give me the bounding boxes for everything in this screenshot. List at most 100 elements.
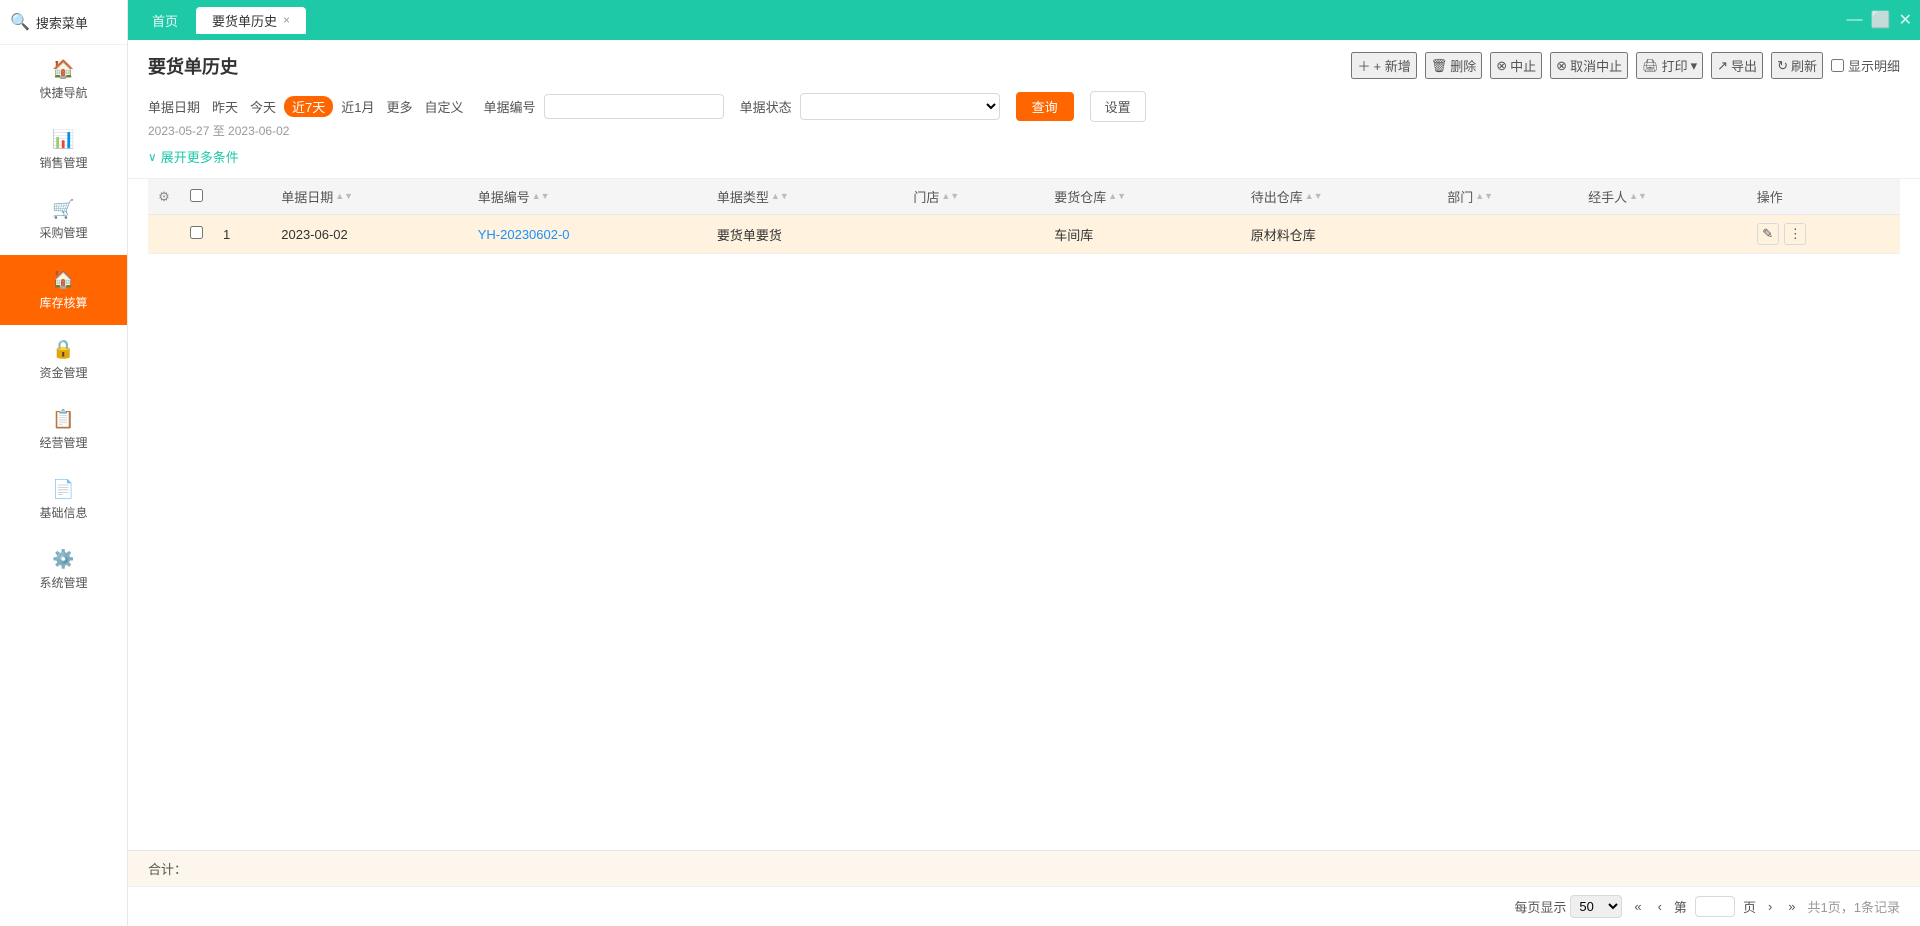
export-btn[interactable]: ↗ 导出 xyxy=(1711,52,1763,79)
row-department xyxy=(1437,215,1578,254)
total-info: 共1页，1条记录 xyxy=(1808,897,1900,916)
sort-bill-date[interactable]: 单据日期 ▲▼ xyxy=(281,187,353,206)
th-req-warehouse[interactable]: 要货仓库 ▲▼ xyxy=(1044,179,1240,215)
refresh-icon: ↻ xyxy=(1777,58,1788,74)
export-icon: ↗ xyxy=(1717,58,1728,74)
row-edit-btn[interactable]: ✎ xyxy=(1757,223,1779,245)
row-bill-type: 要货单要货 xyxy=(707,215,903,254)
sidebar-item-operations[interactable]: 📋 经营管理 xyxy=(0,395,127,465)
stop-icon: ⊗ xyxy=(1496,58,1507,74)
column-settings-btn[interactable]: ⚙ xyxy=(158,189,170,205)
sort-store[interactable]: 门店 ▲▼ xyxy=(913,187,959,206)
sort-bill-no[interactable]: 单据编号 ▲▼ xyxy=(478,187,550,206)
window-restore-btn[interactable]: ⬜ xyxy=(1871,10,1891,30)
date-shortcut-yesterday[interactable]: 昨天 xyxy=(208,96,242,117)
sort-department[interactable]: 部门 ▲▼ xyxy=(1447,187,1493,206)
th-checkbox xyxy=(180,179,213,215)
delete-btn[interactable]: 🗑 删除 xyxy=(1425,52,1483,79)
date-shortcut-custom[interactable]: 自定义 xyxy=(421,96,468,117)
sidebar-item-quick-nav[interactable]: 🏠 快捷导航 xyxy=(0,45,127,115)
row-checkbox-cell xyxy=(180,215,213,254)
window-close-btn[interactable]: ✕ xyxy=(1899,10,1912,30)
query-btn[interactable]: 查询 xyxy=(1016,92,1074,121)
sales-icon: 📊 xyxy=(52,129,74,150)
sidebar-search-label: 搜索菜单 xyxy=(36,13,88,32)
row-operation: ✎ ⋮ xyxy=(1747,215,1900,254)
sidebar-item-inventory[interactable]: 🏠 库存核算 xyxy=(0,255,127,325)
main-area: 首页 要货单历史 × — ⬜ ✕ 要货单历史 ＋ + 新增 🗑 删除 xyxy=(128,0,1920,926)
sort-handler[interactable]: 经手人 ▲▼ xyxy=(1588,187,1647,206)
sidebar-item-purchase[interactable]: 🛒 采购管理 xyxy=(0,185,127,255)
th-store[interactable]: 门店 ▲▼ xyxy=(903,179,1044,215)
footer-summary: 合计： xyxy=(128,850,1920,886)
row-index: 1 xyxy=(213,215,271,254)
sidebar-item-label: 经营管理 xyxy=(39,434,87,451)
prev-page-btn[interactable]: ‹ xyxy=(1654,897,1666,916)
date-shortcut-1month[interactable]: 近1月 xyxy=(337,96,378,117)
th-bill-date[interactable]: 单据日期 ▲▼ xyxy=(271,179,467,215)
date-shortcuts: 昨天 今天 近7天 近1月 更多 自定义 xyxy=(208,96,468,117)
next-page-btn[interactable]: › xyxy=(1764,897,1776,916)
window-minimize-btn[interactable]: — xyxy=(1847,11,1863,29)
content-area: 要货单历史 ＋ + 新增 🗑 删除 ⊗ 中止 ⊗ 取消中止 xyxy=(128,40,1920,926)
row-more-btn[interactable]: ⋮ xyxy=(1784,223,1806,245)
refresh-btn[interactable]: ↻ 刷新 xyxy=(1771,52,1823,79)
cancel-stop-btn[interactable]: ⊗ 取消中止 xyxy=(1550,52,1628,79)
th-department[interactable]: 部门 ▲▼ xyxy=(1437,179,1578,215)
bill-status-select[interactable] xyxy=(800,93,1000,120)
print-btn[interactable]: 🖨 打印 ▾ xyxy=(1636,52,1703,79)
date-range-display: 2023-05-27 至 2023-06-02 xyxy=(148,122,289,139)
expand-more-label: 展开更多条件 xyxy=(161,147,239,166)
th-handler[interactable]: 经手人 ▲▼ xyxy=(1578,179,1747,215)
row-checkbox[interactable] xyxy=(190,226,203,239)
sidebar-item-system[interactable]: ⚙️ 系统管理 xyxy=(0,535,127,605)
th-index xyxy=(213,179,271,215)
operations-icon: 📋 xyxy=(52,409,74,430)
sidebar-item-label: 销售管理 xyxy=(39,154,87,171)
delete-icon: 🗑 xyxy=(1431,58,1448,74)
new-icon: ＋ xyxy=(1357,56,1370,75)
per-page-group: 每页显示 50 20 100 xyxy=(1514,895,1622,918)
inventory-icon: 🏠 xyxy=(52,269,74,290)
tab-home[interactable]: 首页 xyxy=(136,7,194,34)
sort-bill-type[interactable]: 单据类型 ▲▼ xyxy=(717,187,789,206)
display-detail-checkbox[interactable] xyxy=(1831,59,1844,72)
first-page-btn[interactable]: « xyxy=(1630,897,1645,916)
new-btn[interactable]: ＋ + 新增 xyxy=(1351,52,1416,79)
print-arrow-icon: ▾ xyxy=(1691,58,1698,74)
sort-pending-warehouse[interactable]: 待出仓库 ▲▼ xyxy=(1251,187,1323,206)
tab-close-btn[interactable]: × xyxy=(283,13,290,27)
basic-info-icon: 📄 xyxy=(52,479,74,500)
th-pending-warehouse[interactable]: 待出仓库 ▲▼ xyxy=(1241,179,1437,215)
per-page-select[interactable]: 50 20 100 xyxy=(1570,895,1622,918)
tab-requisition-history[interactable]: 要货单历史 × xyxy=(196,7,306,34)
sidebar-item-label: 采购管理 xyxy=(39,224,87,241)
sort-req-warehouse[interactable]: 要货仓库 ▲▼ xyxy=(1054,187,1126,206)
th-bill-type[interactable]: 单据类型 ▲▼ xyxy=(707,179,903,215)
tab-bar: 首页 要货单历史 × — ⬜ ✕ xyxy=(128,0,1920,40)
display-detail-toggle[interactable]: 显示明细 xyxy=(1831,56,1900,75)
last-page-btn[interactable]: » xyxy=(1784,897,1799,916)
settings-btn[interactable]: 设置 xyxy=(1090,91,1146,122)
expand-more-btn[interactable]: ∨ 展开更多条件 xyxy=(148,147,1900,166)
date-shortcut-more[interactable]: 更多 xyxy=(383,96,417,117)
sidebar-item-sales[interactable]: 📊 销售管理 xyxy=(0,115,127,185)
table-body: 1 2023-06-02 YH-20230602-0 要货单要货 车间库 原材料… xyxy=(148,215,1900,254)
th-bill-no[interactable]: 单据编号 ▲▼ xyxy=(468,179,707,215)
sidebar-item-finance[interactable]: 🔒 资金管理 xyxy=(0,325,127,395)
cancel-stop-icon: ⊗ xyxy=(1556,58,1567,74)
stop-btn[interactable]: ⊗ 中止 xyxy=(1490,52,1542,79)
date-shortcut-7days[interactable]: 近7天 xyxy=(284,96,333,117)
bill-no-link[interactable]: YH-20230602-0 xyxy=(478,227,570,242)
page-header: 要货单历史 ＋ + 新增 🗑 删除 ⊗ 中止 ⊗ 取消中止 xyxy=(128,40,1920,79)
sidebar-item-label: 库存核算 xyxy=(39,294,87,311)
page-input[interactable]: 1 xyxy=(1695,896,1735,917)
row-handler xyxy=(1578,215,1747,254)
sidebar-item-basic-info[interactable]: 📄 基础信息 xyxy=(0,465,127,535)
purchase-icon: 🛒 xyxy=(52,199,74,220)
date-shortcut-today[interactable]: 今天 xyxy=(246,96,280,117)
select-all-checkbox[interactable] xyxy=(190,189,203,202)
sidebar-search[interactable]: 🔍 搜索菜单 xyxy=(0,0,127,45)
bill-no-input[interactable] xyxy=(544,94,724,119)
finance-icon: 🔒 xyxy=(52,339,74,360)
